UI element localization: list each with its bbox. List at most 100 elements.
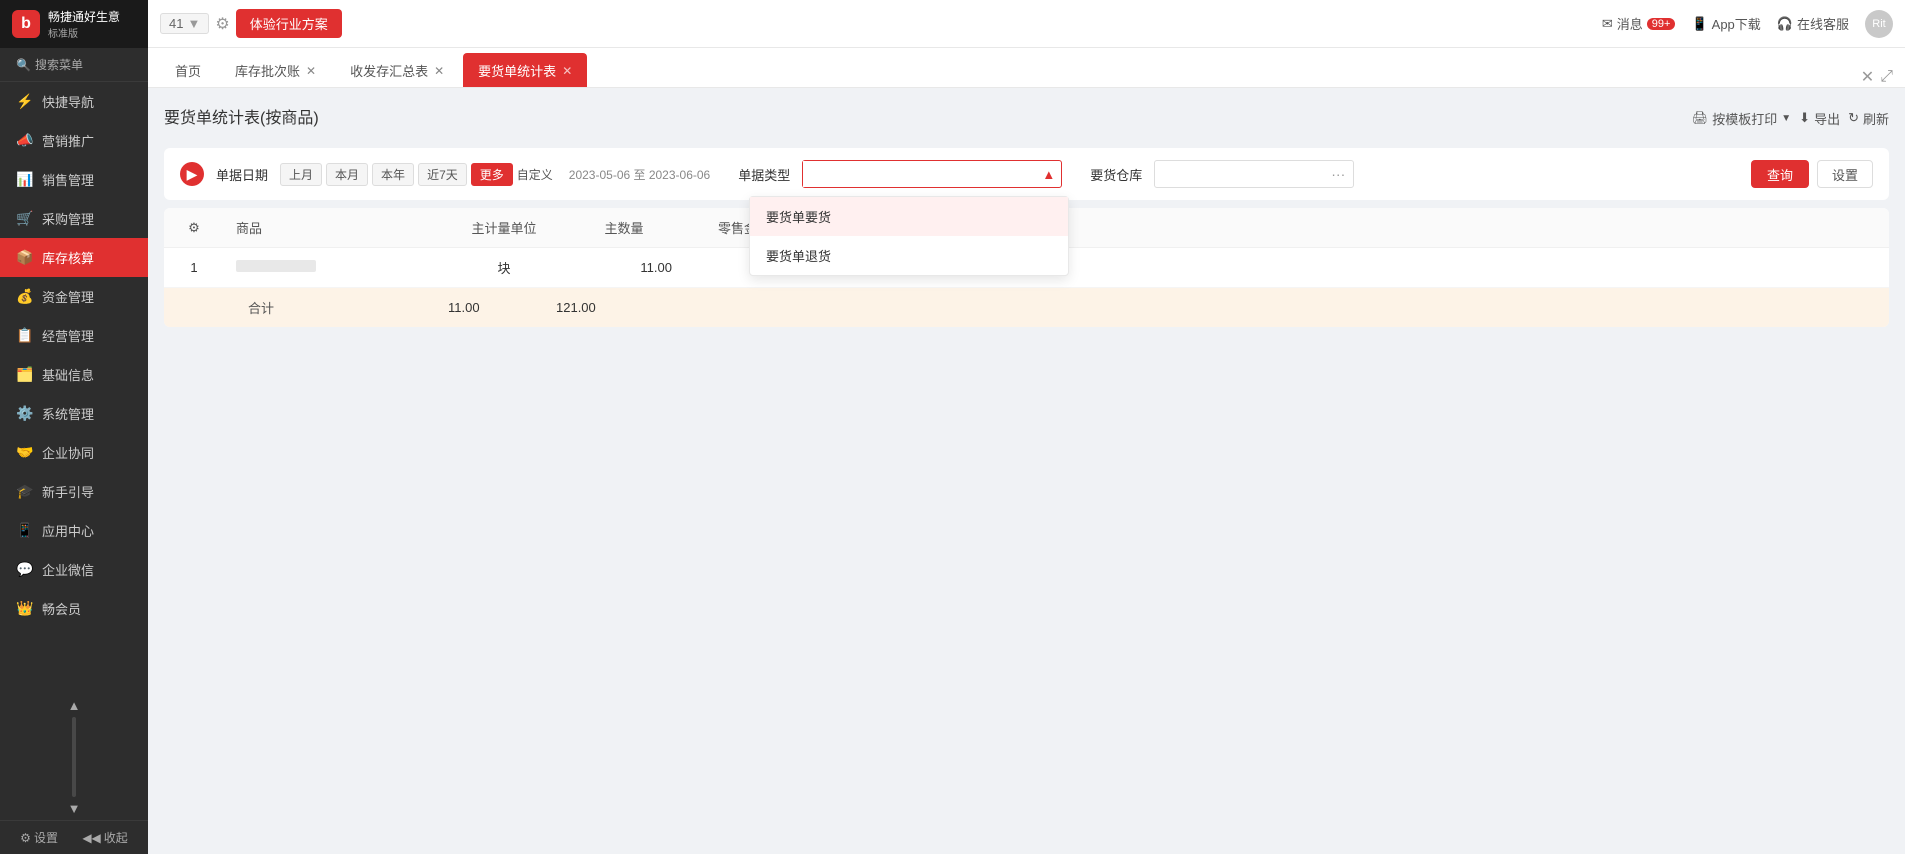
sidebar-bottom: ⚙ 设置 ◀◀ 收起 — [0, 820, 148, 854]
page-content: 要货单统计表(按商品) 🖨 按模板打印 ▼ ⬇ 导出 ↻ 刷新 — [148, 88, 1905, 854]
tab-home-label: 首页 — [175, 61, 201, 80]
sidebar-item-sales[interactable]: 📊 销售管理 — [0, 160, 148, 199]
col-index: ⚙ — [164, 208, 224, 248]
topbar-right: ✉ 消息 99+ 📱 App下载 🎧 在线客服 Rit — [1602, 10, 1893, 38]
sidebar-item-marketing[interactable]: 📣 营销推广 — [0, 121, 148, 160]
tab-receive-summary[interactable]: 收发存汇总表 ✕ — [335, 53, 459, 87]
sidebar-item-base-info[interactable]: 🗂️ 基础信息 — [0, 355, 148, 394]
dropdown-item-return[interactable]: 要货单退货 — [750, 236, 1068, 275]
type-input[interactable] — [803, 161, 1036, 187]
type-dropdown: 要货单要货 要货单退货 — [749, 196, 1069, 276]
tab-home[interactable]: 首页 — [160, 53, 216, 87]
tab-requisition-stat-close[interactable]: ✕ — [562, 64, 572, 78]
sidebar-item-purchase[interactable]: 🛒 采购管理 — [0, 199, 148, 238]
print-icon: 🖨 — [1692, 110, 1709, 126]
tab-inventory-batch-label: 库存批次账 — [235, 61, 300, 80]
export-btn[interactable]: ⬇ 导出 — [1799, 109, 1840, 128]
print-btn[interactable]: 🖨 按模板打印 ▼ — [1692, 109, 1791, 128]
tabbar-close-all-icon[interactable]: ✕ — [1861, 67, 1874, 87]
warehouse-more-icon[interactable]: ··· — [1331, 166, 1345, 182]
refresh-label: 刷新 — [1863, 109, 1889, 128]
filter-card: ▶ 单据日期 上月 本月 本年 近7天 更多 自定义 2023-05-06 至 … — [164, 148, 1889, 200]
sidebar-item-inventory[interactable]: 📦 库存核算 — [0, 238, 148, 277]
type-select[interactable]: ▲ — [802, 160, 1062, 188]
sidebar-item-guide[interactable]: 🎓 新手引导 — [0, 472, 148, 511]
sidebar-item-operations[interactable]: 📋 经营管理 — [0, 316, 148, 355]
sidebar: b 畅捷通好生意 标准版 🔍 搜索菜单 ⚡ 快捷导航 📣 营销推广 📊 销售管理… — [0, 0, 148, 854]
date-btn-prev[interactable]: 上月 — [280, 163, 322, 186]
scroll-up-btn[interactable]: ▲ — [0, 694, 148, 717]
scroll-down-btn[interactable]: ▼ — [0, 797, 148, 820]
export-icon: ⬇ — [1799, 110, 1810, 126]
cell-qty: 11.00 — [564, 248, 684, 288]
purchase-icon: 🛒 — [16, 210, 34, 228]
user-avatar[interactable]: Rit — [1865, 10, 1893, 38]
cell-product — [224, 248, 444, 288]
col-unit: 主计量单位 — [444, 208, 564, 248]
date-btn-curr[interactable]: 本月 — [326, 163, 368, 186]
tabbar-right: ✕ ⤢ — [1861, 67, 1893, 87]
date-custom-btn[interactable]: 自定义 — [517, 166, 553, 183]
operations-icon: 📋 — [16, 327, 34, 345]
cell-unit: 块 — [444, 248, 564, 288]
tab-inventory-batch[interactable]: 库存批次账 ✕ — [220, 53, 331, 87]
cell-index: 1 — [164, 248, 224, 288]
message-label: 消息 — [1617, 14, 1643, 33]
footer-qty: 11.00 — [436, 300, 556, 315]
filter-settings-btn[interactable]: 设置 — [1817, 160, 1873, 188]
date-range-display: 2023-05-06 至 2023-06-06 — [569, 166, 710, 183]
sidebar-item-label: 系统管理 — [42, 404, 94, 423]
tab-receive-summary-close[interactable]: ✕ — [434, 64, 444, 78]
trial-btn[interactable]: 体验行业方案 — [236, 9, 342, 38]
tab-inventory-batch-close[interactable]: ✕ — [306, 64, 316, 78]
sidebar-item-member[interactable]: 👑 畅会员 — [0, 589, 148, 628]
col-qty: 主数量 — [564, 208, 684, 248]
marketing-icon: 📣 — [16, 132, 34, 150]
logo-sub: 标准版 — [48, 25, 120, 40]
sidebar-item-finance[interactable]: 💰 资金管理 — [0, 277, 148, 316]
date-btn-more[interactable]: 更多 — [471, 163, 513, 186]
date-label: 单据日期 — [216, 165, 268, 184]
service-btn[interactable]: 🎧 在线客服 — [1777, 14, 1849, 33]
app-download-btn[interactable]: 📱 App下载 — [1691, 14, 1760, 33]
wechat-icon: 💬 — [16, 561, 34, 579]
sidebar-item-quick-nav[interactable]: ⚡ 快捷导航 — [0, 82, 148, 121]
type-dropdown-arrow[interactable]: ▲ — [1036, 167, 1061, 182]
col-settings-icon[interactable]: ⚙ — [188, 220, 200, 235]
sidebar-item-label: 经营管理 — [42, 326, 94, 345]
tab-count-display[interactable]: 41 ▼ — [160, 13, 209, 34]
dropdown-item-requisition[interactable]: 要货单要货 — [750, 197, 1068, 236]
sidebar-item-label: 库存核算 — [42, 248, 94, 267]
sidebar-item-label: 企业微信 — [42, 560, 94, 579]
inventory-icon: 📦 — [16, 249, 34, 267]
tab-receive-summary-label: 收发存汇总表 — [350, 61, 428, 80]
filter-expand-btn[interactable]: ▶ — [180, 162, 204, 186]
sidebar-item-app-center[interactable]: 📱 应用中心 — [0, 511, 148, 550]
sidebar-collapse-btn[interactable]: ◀◀ 收起 — [82, 829, 127, 846]
topbar-settings-icon[interactable]: ⚙ — [215, 14, 229, 34]
app-label: App下载 — [1712, 14, 1761, 33]
page-actions: 🖨 按模板打印 ▼ ⬇ 导出 ↻ 刷新 — [1692, 109, 1889, 128]
logo-text: 畅捷通好生意 标准版 — [48, 8, 120, 40]
sidebar-item-wechat[interactable]: 💬 企业微信 — [0, 550, 148, 589]
message-badge: 99+ — [1647, 18, 1676, 30]
filter-actions: 查询 设置 — [1751, 160, 1873, 188]
table-footer: 合计 11.00 121.00 — [164, 288, 1889, 327]
sidebar-item-enterprise[interactable]: 🤝 企业协同 — [0, 433, 148, 472]
phone-icon: 📱 — [1691, 16, 1707, 32]
date-btn-week[interactable]: 近7天 — [418, 163, 467, 186]
sidebar-item-label: 应用中心 — [42, 521, 94, 540]
tab-requisition-stat[interactable]: 要货单统计表 ✕ — [463, 53, 587, 87]
sidebar-item-label: 快捷导航 — [42, 92, 94, 111]
tabbar-fullscreen-icon[interactable]: ⤢ — [1880, 68, 1893, 86]
user-name: Rit — [1872, 18, 1885, 30]
warehouse-select[interactable]: ··· — [1154, 160, 1354, 188]
sidebar-item-system[interactable]: ⚙️ 系统管理 — [0, 394, 148, 433]
sidebar-search-section[interactable]: 🔍 搜索菜单 — [0, 48, 148, 82]
enterprise-icon: 🤝 — [16, 444, 34, 462]
sidebar-settings-btn[interactable]: ⚙ 设置 — [20, 829, 58, 846]
refresh-btn[interactable]: ↻ 刷新 — [1848, 109, 1889, 128]
query-btn[interactable]: 查询 — [1751, 160, 1809, 188]
date-btn-year[interactable]: 本年 — [372, 163, 414, 186]
message-btn[interactable]: ✉ 消息 99+ — [1602, 14, 1676, 33]
